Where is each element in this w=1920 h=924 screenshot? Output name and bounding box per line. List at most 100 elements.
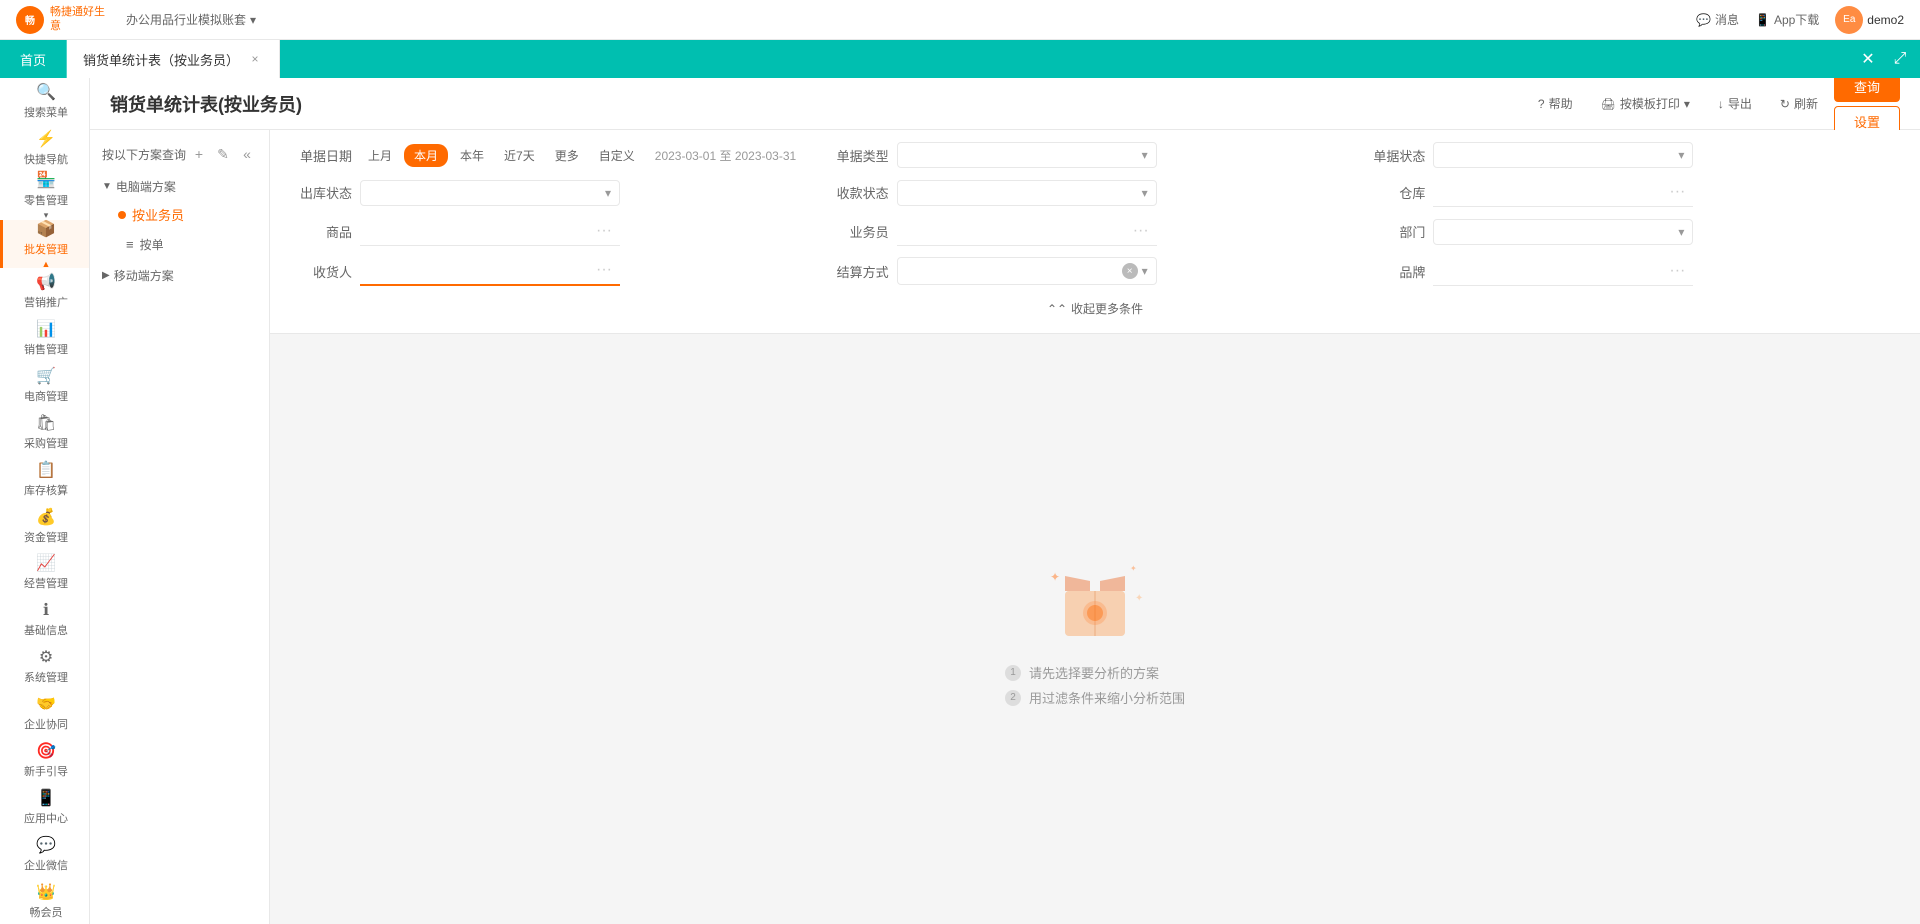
- retail-icon: 🏪: [36, 170, 56, 190]
- sidebar-item-ecommerce[interactable]: 🛒 电商管理: [0, 362, 89, 409]
- user-area[interactable]: Ea demo2: [1835, 6, 1904, 34]
- sidebar-item-system[interactable]: ⚙ 系统管理: [0, 643, 89, 690]
- sidebar-item-member[interactable]: 👑 畅会员: [0, 877, 89, 924]
- message-btn[interactable]: 💬 消息: [1696, 11, 1739, 28]
- page-actions: ? 帮助 🖨 按模板打印 ▾ ↓ 导出 ↻ 刷新: [1530, 91, 1826, 116]
- tab-close-window-icon[interactable]: ✕: [1856, 47, 1880, 71]
- marketing-icon: 📢: [36, 272, 56, 292]
- scheme-group-desktop-header[interactable]: ▼ 电脑端方案: [90, 174, 269, 199]
- dots-icon[interactable]: ···: [596, 261, 612, 279]
- tab-bar-actions: ✕ ⤢: [1856, 47, 1920, 71]
- settlement-label: 结算方式: [827, 262, 897, 281]
- refresh-btn[interactable]: ↻ 刷新: [1772, 91, 1826, 116]
- collapse-btn[interactable]: ⌃⌃ 收起更多条件: [290, 296, 1900, 321]
- sales-input[interactable]: ···: [897, 217, 1157, 246]
- settlement-clear-icon[interactable]: ×: [1122, 263, 1138, 279]
- sidebar-item-marketing[interactable]: 📢 营销推广: [0, 268, 89, 315]
- app-selector[interactable]: 办公用品行业模拟账套 ▾: [118, 7, 264, 32]
- dots-icon[interactable]: ···: [596, 222, 612, 240]
- step-2-num: 2: [1005, 690, 1021, 706]
- warehouse-input[interactable]: ···: [1433, 178, 1693, 207]
- pay-label: 收款状态: [827, 183, 897, 202]
- query-panel: 单据日期 上月 本月 本年 近7天 更多 自定义 2023-03-01 至 20…: [270, 130, 1920, 924]
- logo-icon: 畅: [16, 6, 44, 34]
- date-btn-thisyear[interactable]: 本年: [452, 144, 492, 167]
- sidebar-item-wholesale[interactable]: 📦 批发管理 ▲: [0, 220, 89, 268]
- brand-input[interactable]: ···: [1433, 257, 1693, 286]
- type-select[interactable]: ▾: [897, 142, 1157, 168]
- tab-bar: 首页 销货单统计表（按业务员） × ✕ ⤢: [0, 40, 1920, 78]
- sidebar-item-retail[interactable]: 🏪 零售管理 ▾: [0, 172, 89, 220]
- date-btn-thismonth[interactable]: 本月: [404, 144, 448, 167]
- sales-icon: 📊: [36, 319, 56, 339]
- dept-select[interactable]: ▾: [1433, 219, 1693, 245]
- empty-illustration: ✦ ✦ ✦: [1035, 551, 1155, 651]
- svg-text:✦: ✦: [1130, 564, 1137, 573]
- operations-icon: 📈: [36, 553, 56, 573]
- avatar: Ea: [1835, 6, 1863, 34]
- top-header: 畅 畅捷通好生意 办公用品行业模拟账套 ▾ 💬 消息 📱 App下载 Ea de…: [0, 0, 1920, 40]
- chevron-down-icon: ▼: [102, 181, 112, 192]
- sidebar-item-nav[interactable]: ⚡ 快捷导航: [0, 125, 89, 172]
- status-select[interactable]: ▾: [1433, 142, 1693, 168]
- scheme-collapse-icon[interactable]: «: [237, 144, 257, 164]
- empty-text: 1 请先选择要分析的方案 2 用过滤条件来缩小分析范围: [1005, 663, 1185, 707]
- dots-icon[interactable]: ···: [1669, 262, 1685, 280]
- date-btn-custom[interactable]: 自定义: [591, 144, 643, 167]
- tab-expand-icon[interactable]: ⤢: [1888, 47, 1912, 71]
- dept-control: ▾: [1433, 219, 1900, 245]
- settlement-select[interactable]: × ▾: [897, 257, 1157, 285]
- chevron-down-icon: ▾: [1142, 264, 1148, 278]
- tab-home[interactable]: 首页: [0, 40, 67, 78]
- logo-area: 畅 畅捷通好生意: [16, 6, 110, 34]
- tab-sales-stats[interactable]: 销货单统计表（按业务员） ×: [67, 40, 280, 78]
- filter-row-1: 单据日期 上月 本月 本年 近7天 更多 自定义 2023-03-01 至 20…: [290, 142, 1900, 168]
- date-btn-lastmonth[interactable]: 上月: [360, 144, 400, 167]
- sidebar-item-sales[interactable]: 📊 销售管理: [0, 315, 89, 362]
- sidebar-item-purchase[interactable]: 🛍 采购管理: [0, 408, 89, 455]
- chevron-down-icon: ▾: [605, 186, 611, 200]
- sidebar-item-guide[interactable]: 🎯 新手引导: [0, 737, 89, 784]
- page-title: 销货单统计表(按业务员): [110, 91, 302, 117]
- settlement-control: × ▾: [897, 257, 1364, 285]
- svg-text:✦: ✦: [1050, 570, 1060, 584]
- scheme-group-mobile: ▶ 移动端方案: [90, 263, 269, 288]
- help-btn[interactable]: ? 帮助: [1530, 91, 1581, 116]
- download-btn[interactable]: 📱 App下载: [1755, 11, 1819, 28]
- system-icon: ⚙: [39, 647, 53, 667]
- print-icon: 🖨: [1601, 97, 1616, 111]
- sidebar-item-operations[interactable]: 📈 经营管理: [0, 549, 89, 596]
- scheme-sub-by-order[interactable]: ≡ 按单: [90, 230, 269, 259]
- date-btn-more[interactable]: 更多: [547, 144, 587, 167]
- sidebar-item-weixin[interactable]: 💬 企业微信: [0, 830, 89, 877]
- sidebar-item-appcenter[interactable]: 📱 应用中心: [0, 783, 89, 830]
- main-layout: 🔍 搜索菜单 ⚡ 快捷导航 🏪 零售管理 ▾ 📦 批发管理 ▲ 📢 营销推广 📊…: [0, 78, 1920, 924]
- sidebar-item-basicinfo[interactable]: ℹ 基础信息: [0, 596, 89, 643]
- scheme-group-mobile-header[interactable]: ▶ 移动端方案: [90, 263, 269, 288]
- tab-close-icon[interactable]: ×: [247, 51, 263, 67]
- template-print-btn[interactable]: 🖨 按模板打印 ▾: [1593, 91, 1698, 116]
- export-btn[interactable]: ↓ 导出: [1710, 91, 1760, 116]
- sales-control: ···: [897, 217, 1364, 246]
- pay-select[interactable]: ▾: [897, 180, 1157, 206]
- scheme-item-by-salesperson[interactable]: 按业务员: [90, 199, 269, 230]
- scheme-edit-icon[interactable]: ✎: [213, 144, 233, 164]
- sidebar-item-search[interactable]: 🔍 搜索菜单: [0, 78, 89, 125]
- middle-panel: 按以下方案查询 + ✎ « ▼: [90, 130, 1920, 924]
- sidebar-item-finance[interactable]: 💰 资金管理: [0, 502, 89, 549]
- sidebar-item-cooperation[interactable]: 🤝 企业协同: [0, 690, 89, 737]
- receiver-input[interactable]: ···: [360, 256, 620, 286]
- dots-icon[interactable]: ···: [1133, 222, 1149, 240]
- type-control: ▾: [897, 142, 1364, 168]
- sidebar-item-inventory[interactable]: 📋 库存核算: [0, 455, 89, 502]
- ship-select[interactable]: ▾: [360, 180, 620, 206]
- query-button[interactable]: 查询: [1834, 78, 1900, 102]
- scheme-add-icon[interactable]: +: [189, 144, 209, 164]
- dots-icon[interactable]: ···: [1669, 183, 1685, 201]
- goods-input[interactable]: ···: [360, 217, 620, 246]
- chevron-down-icon: ▾: [1142, 148, 1148, 162]
- appcenter-icon: 📱: [36, 788, 56, 808]
- empty-step-2: 2 用过滤条件来缩小分析范围: [1005, 688, 1185, 707]
- date-label: 单据日期: [290, 146, 360, 165]
- date-btn-7days[interactable]: 近7天: [496, 144, 543, 167]
